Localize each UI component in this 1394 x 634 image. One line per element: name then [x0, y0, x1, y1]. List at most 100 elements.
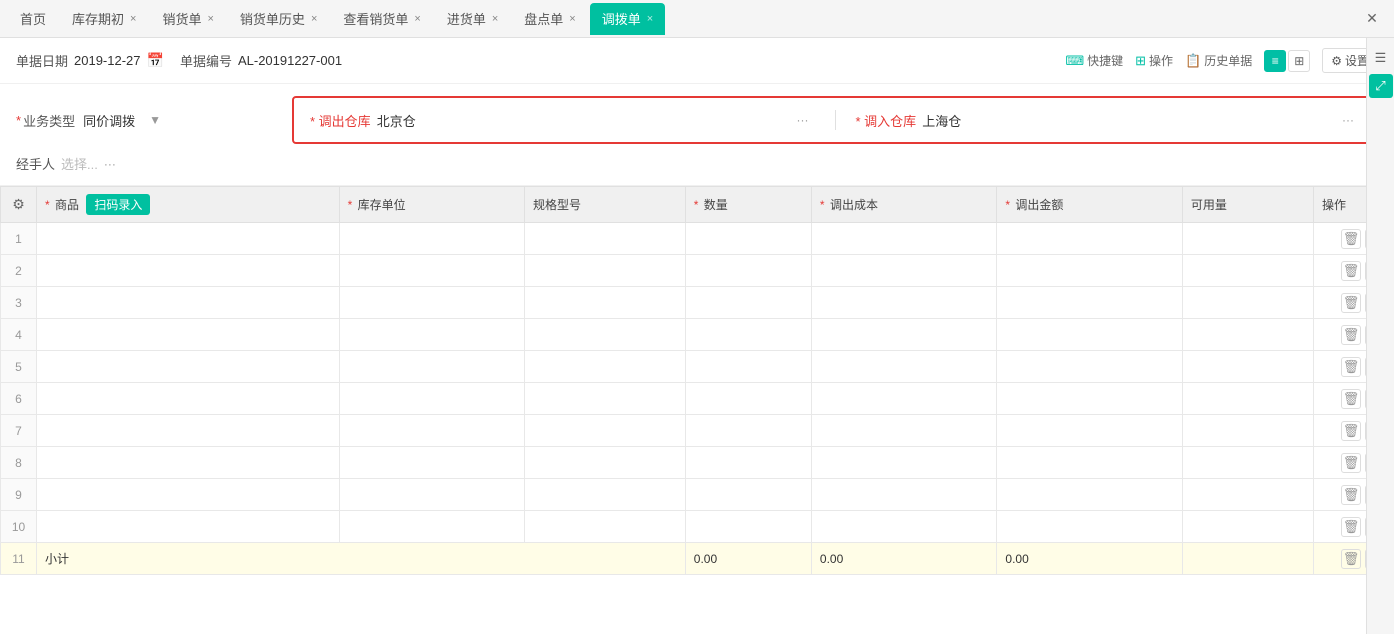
cell-quantity[interactable]: [685, 447, 811, 479]
cell-quantity[interactable]: [685, 351, 811, 383]
close-tab-view-sales[interactable]: ×: [414, 13, 420, 25]
close-tab-sales-history[interactable]: ×: [311, 13, 317, 25]
cell-cost[interactable]: [811, 511, 996, 543]
delete-row-btn[interactable]: 🗑: [1341, 421, 1361, 441]
cell-unit[interactable]: [339, 447, 524, 479]
cell-spec[interactable]: [525, 351, 686, 383]
warehouse-in-value[interactable]: 上海仓: [922, 111, 961, 130]
cell-unit[interactable]: [339, 223, 524, 255]
cell-amount[interactable]: [997, 255, 1182, 287]
delete-row-btn[interactable]: 🗑: [1341, 261, 1361, 281]
close-tab-purchase-order[interactable]: ×: [492, 13, 498, 25]
doc-date-value[interactable]: 2019-12-27: [74, 53, 141, 68]
cell-quantity[interactable]: [685, 287, 811, 319]
cell-cost[interactable]: [811, 351, 996, 383]
business-type-dropdown-icon[interactable]: ▼: [149, 113, 161, 127]
warehouse-in-more-btn[interactable]: ···: [1336, 113, 1360, 127]
history-action[interactable]: 📋 历史单据: [1185, 52, 1252, 69]
cell-cost[interactable]: [811, 319, 996, 351]
cell-cost[interactable]: [811, 383, 996, 415]
cell-unit[interactable]: [339, 255, 524, 287]
calendar-icon[interactable]: 📅: [147, 52, 164, 69]
close-tab-inventory-init[interactable]: ×: [130, 13, 136, 25]
cell-spec[interactable]: [525, 223, 686, 255]
business-type-value[interactable]: 同价调拨: [83, 111, 135, 130]
cell-available[interactable]: [1182, 319, 1313, 351]
table-settings-icon[interactable]: ⚙: [12, 196, 25, 212]
cell-unit[interactable]: [339, 511, 524, 543]
tab-sales-history[interactable]: 销货单历史 ×: [228, 3, 329, 35]
delete-row-btn[interactable]: 🗑: [1341, 549, 1361, 569]
cell-amount[interactable]: [997, 447, 1182, 479]
delete-row-btn[interactable]: 🗑: [1341, 485, 1361, 505]
cell-product[interactable]: [37, 287, 340, 319]
operation-action[interactable]: ⊞ 操作: [1135, 52, 1173, 69]
tab-home[interactable]: 首页: [8, 3, 58, 35]
cell-quantity[interactable]: [685, 383, 811, 415]
delete-row-btn[interactable]: 🗑: [1341, 229, 1361, 249]
sidebar-list-btn[interactable]: ☰: [1369, 46, 1393, 70]
cell-cost[interactable]: [811, 447, 996, 479]
cell-cost[interactable]: [811, 287, 996, 319]
cell-amount[interactable]: [997, 383, 1182, 415]
cell-available[interactable]: [1182, 223, 1313, 255]
cell-product[interactable]: [37, 319, 340, 351]
cell-available[interactable]: [1182, 415, 1313, 447]
cell-spec[interactable]: [525, 511, 686, 543]
cell-available[interactable]: [1182, 255, 1313, 287]
cell-cost[interactable]: [811, 255, 996, 287]
delete-row-btn[interactable]: 🗑: [1341, 357, 1361, 377]
delete-row-btn[interactable]: 🗑: [1341, 453, 1361, 473]
layout-btn-list[interactable]: ≡: [1264, 50, 1286, 72]
cell-product[interactable]: [37, 383, 340, 415]
cell-unit[interactable]: [339, 287, 524, 319]
handler-more-btn[interactable]: ···: [104, 157, 116, 171]
delete-row-btn[interactable]: 🗑: [1341, 389, 1361, 409]
cell-product[interactable]: [37, 479, 340, 511]
cell-spec[interactable]: [525, 415, 686, 447]
cell-unit[interactable]: [339, 479, 524, 511]
cell-amount[interactable]: [997, 351, 1182, 383]
cell-amount[interactable]: [997, 319, 1182, 351]
cell-unit[interactable]: [339, 415, 524, 447]
cell-product[interactable]: [37, 447, 340, 479]
cell-quantity[interactable]: [685, 511, 811, 543]
cell-unit[interactable]: [339, 351, 524, 383]
cell-available[interactable]: [1182, 447, 1313, 479]
close-tab-transfer-order[interactable]: ×: [647, 13, 653, 25]
delete-row-btn[interactable]: 🗑: [1341, 517, 1361, 537]
close-tab-sales-order[interactable]: ×: [207, 13, 213, 25]
cell-quantity[interactable]: [685, 415, 811, 447]
cell-quantity[interactable]: [685, 319, 811, 351]
tab-view-sales[interactable]: 查看销货单 ×: [331, 3, 432, 35]
cell-available[interactable]: [1182, 511, 1313, 543]
cell-available[interactable]: [1182, 479, 1313, 511]
cell-available[interactable]: [1182, 383, 1313, 415]
handler-select[interactable]: 选择...: [61, 154, 98, 173]
cell-spec[interactable]: [525, 479, 686, 511]
cell-available[interactable]: [1182, 351, 1313, 383]
sidebar-expand-btn[interactable]: ⤢: [1369, 74, 1393, 98]
cell-product[interactable]: [37, 415, 340, 447]
cell-unit[interactable]: [339, 319, 524, 351]
window-close-button[interactable]: ✕: [1358, 5, 1386, 33]
cell-quantity[interactable]: [685, 479, 811, 511]
cell-cost[interactable]: [811, 415, 996, 447]
cell-available[interactable]: [1182, 287, 1313, 319]
warehouse-out-more-btn[interactable]: ···: [791, 113, 815, 127]
delete-row-btn[interactable]: 🗑: [1341, 293, 1361, 313]
cell-spec[interactable]: [525, 319, 686, 351]
cell-amount[interactable]: [997, 511, 1182, 543]
layout-btn-grid[interactable]: ⊞: [1288, 50, 1310, 72]
table-container[interactable]: ⚙ * 商品 扫码录入 * 库存单位 规格型号 * 数量: [0, 186, 1394, 575]
delete-row-btn[interactable]: 🗑: [1341, 325, 1361, 345]
scan-input-button[interactable]: 扫码录入: [86, 194, 150, 215]
tab-transfer-order[interactable]: 调拨单 ×: [590, 3, 665, 35]
cell-quantity[interactable]: [685, 223, 811, 255]
tab-sales-order[interactable]: 销货单 ×: [150, 3, 225, 35]
cell-amount[interactable]: [997, 223, 1182, 255]
tab-inventory-check[interactable]: 盘点单 ×: [512, 3, 587, 35]
cell-quantity[interactable]: [685, 255, 811, 287]
cell-product[interactable]: [37, 255, 340, 287]
cell-product[interactable]: [37, 223, 340, 255]
